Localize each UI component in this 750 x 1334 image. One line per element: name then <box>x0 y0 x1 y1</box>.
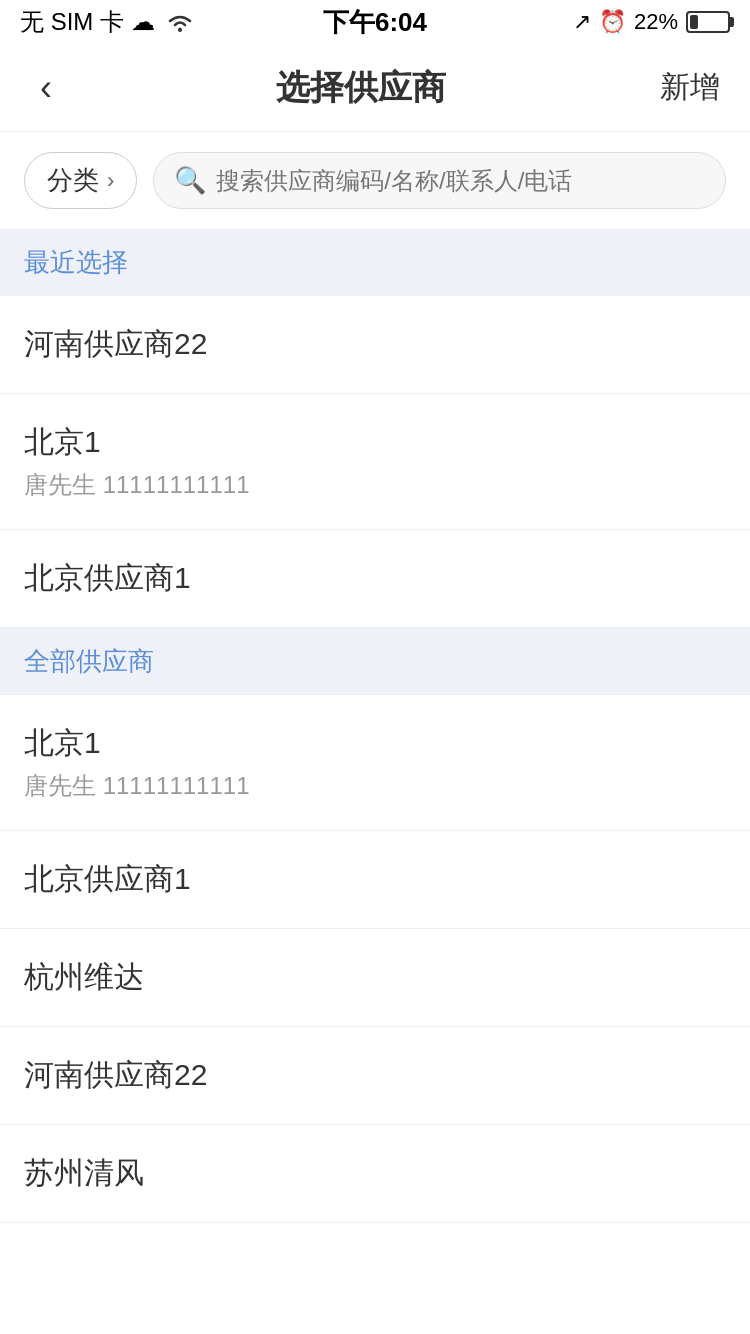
item-name: 河南供应商22 <box>24 1055 726 1096</box>
status-left: 无 SIM 卡 ☁ <box>20 6 195 38</box>
location-icon: ↗ <box>573 9 591 35</box>
recent-section-header: 最近选择 <box>0 229 750 296</box>
list-item[interactable]: 河南供应商22 <box>0 1027 750 1125</box>
status-time: 下午6:04 <box>323 5 427 40</box>
item-name: 北京供应商1 <box>24 859 726 900</box>
item-name: 河南供应商22 <box>24 324 726 365</box>
list-item[interactable]: 杭州维达 <box>0 929 750 1027</box>
add-button[interactable]: 新增 <box>660 67 720 108</box>
category-button[interactable]: 分类 › <box>24 152 137 209</box>
sim-status: 无 SIM 卡 ☁ <box>20 6 155 38</box>
battery-percentage: 22% <box>634 9 678 35</box>
recent-items-list: 河南供应商22 北京1 唐先生 11111111111 北京供应商1 <box>0 296 750 628</box>
item-sub: 唐先生 11111111111 <box>24 770 726 802</box>
list-item[interactable]: 北京1 唐先生 11111111111 <box>0 695 750 831</box>
back-button[interactable]: ‹ <box>30 57 62 119</box>
search-icon: 🔍 <box>174 165 206 196</box>
item-name: 苏州清风 <box>24 1153 726 1194</box>
item-name: 北京供应商1 <box>24 558 726 599</box>
item-sub: 唐先生 11111111111 <box>24 469 726 501</box>
item-name: 北京1 <box>24 723 726 764</box>
all-section-header: 全部供应商 <box>0 628 750 695</box>
status-bar: 无 SIM 卡 ☁ 下午6:04 ↗ ⏰ 22% <box>0 0 750 44</box>
battery-icon <box>686 11 730 33</box>
nav-bar: ‹ 选择供应商 新增 <box>0 44 750 132</box>
list-item[interactable]: 苏州清风 <box>0 1125 750 1223</box>
category-label: 分类 <box>47 163 99 198</box>
list-item[interactable]: 北京供应商1 <box>0 530 750 628</box>
list-item[interactable]: 北京1 唐先生 11111111111 <box>0 394 750 530</box>
list-item[interactable]: 河南供应商22 <box>0 296 750 394</box>
filter-bar: 分类 › 🔍 <box>0 132 750 229</box>
wifi-icon <box>165 11 195 33</box>
search-box[interactable]: 🔍 <box>153 152 726 209</box>
page-title: 选择供应商 <box>276 65 446 111</box>
list-item[interactable]: 北京供应商1 <box>0 831 750 929</box>
item-name: 杭州维达 <box>24 957 726 998</box>
alarm-icon: ⏰ <box>599 9 626 35</box>
status-right: ↗ ⏰ 22% <box>573 9 730 35</box>
item-name: 北京1 <box>24 422 726 463</box>
search-input[interactable] <box>216 167 705 195</box>
all-items-list: 北京1 唐先生 11111111111 北京供应商1 杭州维达河南供应商22 苏州清风 <box>0 695 750 1223</box>
svg-point-0 <box>178 28 182 32</box>
chevron-right-icon: › <box>107 168 114 194</box>
